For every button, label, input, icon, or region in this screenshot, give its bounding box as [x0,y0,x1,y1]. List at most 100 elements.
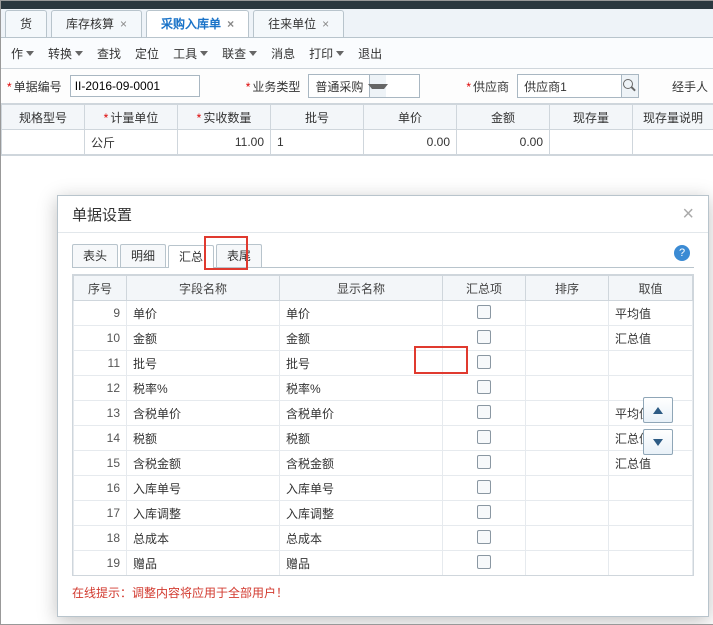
checkbox-icon[interactable] [477,530,491,544]
config-row[interactable]: 9单价单价平均值 [74,301,693,326]
checkbox-icon[interactable] [477,480,491,494]
chevron-down-icon[interactable] [369,75,386,97]
config-row[interactable]: 11批号批号 [74,351,693,376]
cell-summary-check[interactable] [443,326,526,351]
checkbox-icon[interactable] [477,305,491,319]
main-tab-0[interactable]: 货 [5,10,47,37]
close-icon[interactable]: × [322,11,329,37]
cell-sort[interactable] [526,501,609,526]
close-icon[interactable]: × [682,203,694,226]
cell-summary-check[interactable] [443,551,526,576]
menu-bar: 作 转换 查找 定位 工具 联查 消息 打印 退出 [1,38,713,69]
modal-tab-detail[interactable]: 明细 [120,244,166,267]
close-icon[interactable]: × [227,11,234,37]
cell-amount[interactable]: 0.00 [457,130,550,155]
config-row[interactable]: 19赠品赠品 [74,551,693,576]
settings-modal: 单据设置 × 表头 明细 汇总 表尾 ? 序号 字段名称 显示名称 汇总项 排序… [57,195,709,617]
config-row[interactable]: 17入库调整入库调整 [74,501,693,526]
cell-summary-check[interactable] [443,526,526,551]
cell-price[interactable]: 0.00 [364,130,457,155]
modal-tab-head[interactable]: 表头 [72,244,118,267]
cell-sort[interactable] [526,426,609,451]
config-row[interactable]: 20零售价零售价 [74,576,693,577]
cell-summary-check[interactable] [443,476,526,501]
modal-tip: 在线提示：调整内容将应用于全部用户！ [72,584,288,601]
cell-sort[interactable] [526,301,609,326]
biz-type-select[interactable]: 普通采购 [308,74,420,98]
cell-summary-check[interactable] [443,426,526,451]
cell-sort[interactable] [526,326,609,351]
cell-sort[interactable] [526,376,609,401]
cell-unit[interactable]: 公斤 [85,130,178,155]
cell-summary-check[interactable] [443,351,526,376]
cell-value [609,576,693,577]
col-price: 单价 [364,105,457,130]
menu-tools[interactable]: 工具 [173,45,208,62]
close-icon[interactable]: × [120,11,127,37]
doc-no-input[interactable] [70,75,200,97]
cell-display: 总成本 [280,526,443,551]
cell-summary-check[interactable] [443,501,526,526]
menu-find[interactable]: 查找 [97,45,121,62]
move-down-button[interactable] [643,429,673,455]
menu-action[interactable]: 作 [11,45,34,62]
menu-print[interactable]: 打印 [309,45,344,62]
cell-field: 含税单价 [127,401,280,426]
cell-index: 17 [74,501,127,526]
config-row[interactable]: 13含税单价含税单价平均值 [74,401,693,426]
cell-summary-check[interactable] [443,376,526,401]
cell-sort[interactable] [526,401,609,426]
main-tab-label: 往来单位 [268,11,316,37]
cell-summary-check[interactable] [443,576,526,577]
cell-index: 14 [74,426,127,451]
main-tab-3[interactable]: 往来单位 × [253,10,344,37]
menu-exit[interactable]: 退出 [358,45,382,62]
modal-tab-tail[interactable]: 表尾 [216,244,262,267]
cell-summary-check[interactable] [443,301,526,326]
help-icon[interactable]: ? [674,245,690,261]
cell-field: 总成本 [127,526,280,551]
cell-batch[interactable]: 1 [271,130,364,155]
handler-label: 经手人 [672,78,708,95]
checkbox-icon[interactable] [477,455,491,469]
config-table-wrap[interactable]: 序号 字段名称 显示名称 汇总项 排序 取值 9单价单价平均值10金额金额汇总值… [72,274,694,576]
cell-summary-check[interactable] [443,401,526,426]
config-row[interactable]: 12税率%税率% [74,376,693,401]
config-row[interactable]: 14税额税额汇总值 [74,426,693,451]
config-row[interactable]: 18总成本总成本 [74,526,693,551]
config-row[interactable]: 15含税金额含税金额汇总值 [74,451,693,476]
modal-tab-summary[interactable]: 汇总 [168,245,214,268]
cell-sort[interactable] [526,576,609,577]
search-icon[interactable] [621,75,638,97]
cell-sort[interactable] [526,551,609,576]
chevron-down-icon [249,51,257,56]
config-row[interactable]: 16入库单号入库单号 [74,476,693,501]
menu-link[interactable]: 联查 [222,45,257,62]
supplier-label: *供应商 [466,78,509,95]
cell-sort[interactable] [526,526,609,551]
cell-summary-check[interactable] [443,451,526,476]
chevron-down-icon [200,51,208,56]
supplier-select[interactable]: 供应商1 [517,74,639,98]
main-tab-1[interactable]: 库存核算 × [51,10,142,37]
checkbox-icon[interactable] [477,405,491,419]
checkbox-icon[interactable] [477,505,491,519]
main-tab-2[interactable]: 采购入库单 × [146,10,249,37]
cell-sort[interactable] [526,451,609,476]
checkbox-icon[interactable] [477,380,491,394]
checkbox-icon[interactable] [477,330,491,344]
menu-convert[interactable]: 转换 [48,45,83,62]
menu-message[interactable]: 消息 [271,45,295,62]
cell-sort[interactable] [526,476,609,501]
grid-data-row[interactable]: 公斤 11.00 1 0.00 0.00 [2,130,713,155]
move-up-button[interactable] [643,397,673,423]
config-row[interactable]: 10金额金额汇总值 [74,326,693,351]
checkbox-icon[interactable] [477,355,491,369]
cell-sort[interactable] [526,351,609,376]
checkbox-icon[interactable] [477,555,491,569]
cell-qty[interactable]: 11.00 [178,130,271,155]
col-stock: 现存量 [550,105,633,130]
menu-locate[interactable]: 定位 [135,45,159,62]
checkbox-icon[interactable] [477,430,491,444]
cell-value [609,351,693,376]
